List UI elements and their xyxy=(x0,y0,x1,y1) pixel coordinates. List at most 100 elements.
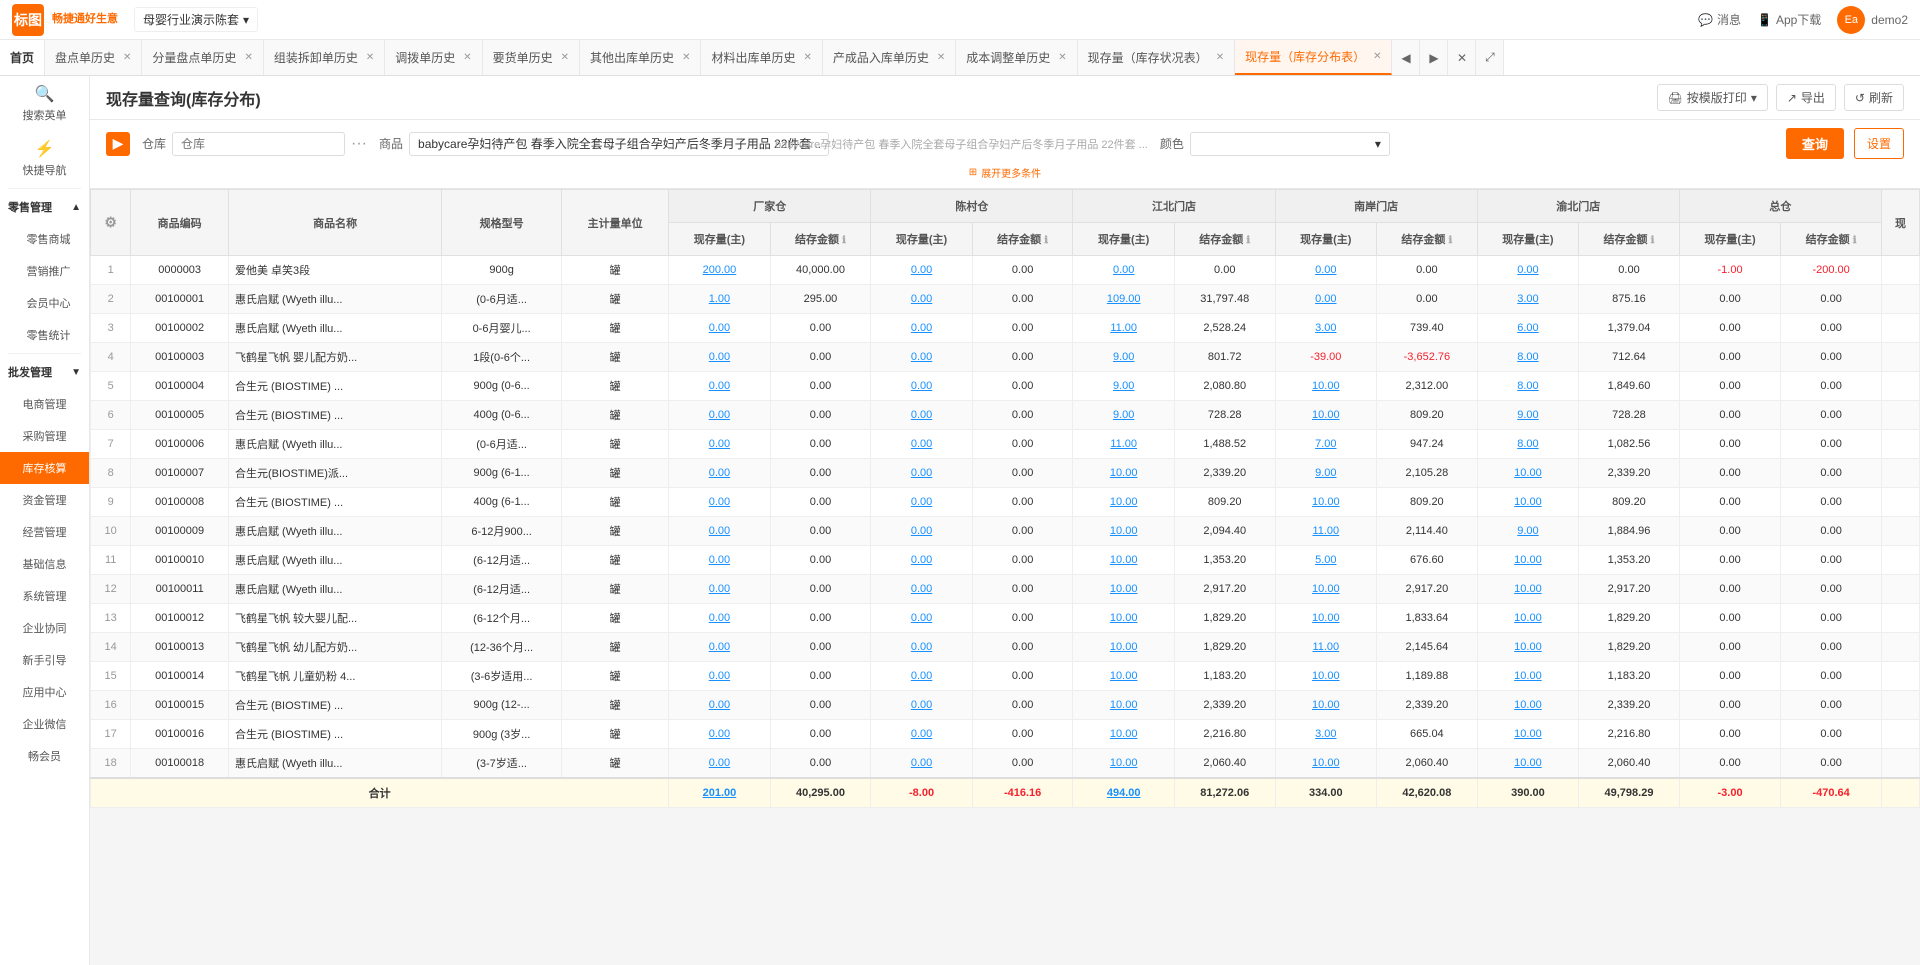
cell-f-stock[interactable]: 0.00 xyxy=(669,459,770,488)
cell-y-stock[interactable]: 0.00 xyxy=(1477,256,1578,285)
sidebar-item-wholesale[interactable]: 批发管理 ▼ xyxy=(0,356,89,388)
cell-y-stock[interactable]: 6.00 xyxy=(1477,314,1578,343)
sidebar-item-vip[interactable]: 畅会员 xyxy=(0,740,89,772)
cell-f-stock[interactable]: 1.00 xyxy=(669,285,770,314)
cell-j-stock[interactable]: 109.00 xyxy=(1073,285,1174,314)
cell-y-stock[interactable]: 10.00 xyxy=(1477,546,1578,575)
cell-f-stock[interactable]: 0.00 xyxy=(669,749,770,779)
tab-yaohuo[interactable]: 要货单历史 ✕ xyxy=(483,40,580,75)
sidebar-item-appcenter[interactable]: 应用中心 xyxy=(0,676,89,708)
tab-cailian[interactable]: 材料出库单历史 ✕ xyxy=(701,40,822,75)
setting-button[interactable]: 设置 xyxy=(1854,128,1904,159)
cell-y-stock[interactable]: 10.00 xyxy=(1477,691,1578,720)
cell-c-stock[interactable]: 0.00 xyxy=(871,285,972,314)
cell-n-stock[interactable]: 5.00 xyxy=(1275,546,1376,575)
tab-close-chanliang[interactable]: ✕ xyxy=(937,52,945,63)
cell-y-stock[interactable]: 8.00 xyxy=(1477,430,1578,459)
cell-t-stock[interactable]: 0.00 xyxy=(1679,720,1780,749)
cell-y-stock[interactable]: 10.00 xyxy=(1477,488,1578,517)
cell-n-stock[interactable]: 10.00 xyxy=(1275,604,1376,633)
cell-f-stock[interactable]: 0.00 xyxy=(669,430,770,459)
tab-chengben[interactable]: 成本调整单历史 ✕ xyxy=(956,40,1077,75)
sidebar-item-retail[interactable]: 零售管理 ▲ xyxy=(0,191,89,223)
filter-expand-arrow[interactable]: ▶ xyxy=(106,132,130,156)
table-wrapper[interactable]: ⚙ 商品编码 商品名称 规格型号 主计量单位 厂家仓 陈村仓 江北门店 南岸门店… xyxy=(90,189,1920,808)
footer-y-stock[interactable]: 390.00 xyxy=(1477,778,1578,808)
cell-f-stock[interactable]: 0.00 xyxy=(669,662,770,691)
cell-t-stock[interactable]: 0.00 xyxy=(1679,401,1780,430)
query-button[interactable]: 查询 xyxy=(1786,128,1844,159)
cell-y-stock[interactable]: 10.00 xyxy=(1477,662,1578,691)
btn-print[interactable]: 🖨 按模版打印 ▾ xyxy=(1657,84,1768,111)
cell-n-stock[interactable]: 3.00 xyxy=(1275,720,1376,749)
sidebar-item-search[interactable]: 🔍 搜索英单 xyxy=(0,76,89,131)
cell-t-stock[interactable]: 0.00 xyxy=(1679,662,1780,691)
cell-c-stock[interactable]: 0.00 xyxy=(871,256,972,285)
cell-n-stock[interactable]: 10.00 xyxy=(1275,488,1376,517)
btn-export[interactable]: ↗ 导出 xyxy=(1776,84,1836,111)
tab-xianzailiang[interactable]: 现存量（库存状况表） ✕ xyxy=(1078,40,1235,75)
cell-y-stock[interactable]: 10.00 xyxy=(1477,633,1578,662)
cell-c-stock[interactable]: 0.00 xyxy=(871,575,972,604)
cell-f-stock[interactable]: 0.00 xyxy=(669,575,770,604)
cell-f-stock[interactable]: 200.00 xyxy=(669,256,770,285)
cell-y-stock[interactable]: 10.00 xyxy=(1477,575,1578,604)
cell-j-stock[interactable]: 10.00 xyxy=(1073,662,1174,691)
cell-t-stock[interactable]: 0.00 xyxy=(1679,691,1780,720)
cell-j-stock[interactable]: 11.00 xyxy=(1073,314,1174,343)
color-input[interactable]: ▾ xyxy=(1190,132,1390,156)
sidebar-item-retail-stat[interactable]: 零售统计 xyxy=(0,319,89,351)
cell-y-stock[interactable]: 3.00 xyxy=(1477,285,1578,314)
cell-t-stock[interactable]: 0.00 xyxy=(1679,604,1780,633)
footer-j-stock[interactable]: 494.00 xyxy=(1073,778,1174,808)
cell-c-stock[interactable]: 0.00 xyxy=(871,662,972,691)
cell-n-stock[interactable]: 10.00 xyxy=(1275,372,1376,401)
cell-j-stock[interactable]: 9.00 xyxy=(1073,372,1174,401)
cell-f-stock[interactable]: 0.00 xyxy=(669,314,770,343)
tab-fenpandian[interactable]: 分量盘点单历史 ✕ xyxy=(142,40,263,75)
th-settings[interactable]: ⚙ xyxy=(91,190,131,256)
cell-t-stock[interactable]: 0.00 xyxy=(1679,372,1780,401)
tab-fenbuliang[interactable]: 现存量（库存分布表） ✕ xyxy=(1235,40,1392,75)
tab-close-xianzailiang[interactable]: ✕ xyxy=(1216,52,1224,63)
tab-pandian[interactable]: 盘点单历史 ✕ xyxy=(45,40,142,75)
tab-diaopo[interactable]: 调拨单历史 ✕ xyxy=(385,40,482,75)
cell-y-stock[interactable]: 9.00 xyxy=(1477,517,1578,546)
sidebar-item-finance[interactable]: 资金管理 xyxy=(0,484,89,516)
cell-f-stock[interactable]: 0.00 xyxy=(669,343,770,372)
cell-c-stock[interactable]: 0.00 xyxy=(871,372,972,401)
tab-zuhe[interactable]: 组装拆卸单历史 ✕ xyxy=(264,40,385,75)
goods-input[interactable] xyxy=(409,132,829,156)
cell-c-stock[interactable]: 0.00 xyxy=(871,517,972,546)
cell-c-stock[interactable]: 0.00 xyxy=(871,546,972,575)
cell-f-stock[interactable]: 0.00 xyxy=(669,488,770,517)
cell-n-stock[interactable]: 0.00 xyxy=(1275,256,1376,285)
footer-c-stock[interactable]: -8.00 xyxy=(871,778,972,808)
cell-n-stock[interactable]: 10.00 xyxy=(1275,691,1376,720)
cell-n-stock[interactable]: 10.00 xyxy=(1275,749,1376,779)
sidebar-item-guide[interactable]: 新手引导 xyxy=(0,644,89,676)
sidebar-item-ops[interactable]: 经营管理 xyxy=(0,516,89,548)
cell-f-stock[interactable]: 0.00 xyxy=(669,401,770,430)
cell-c-stock[interactable]: 0.00 xyxy=(871,749,972,779)
tab-close-chengben[interactable]: ✕ xyxy=(1058,52,1066,63)
cell-n-stock[interactable]: 11.00 xyxy=(1275,633,1376,662)
cell-j-stock[interactable]: 10.00 xyxy=(1073,720,1174,749)
sidebar-item-marketing[interactable]: 营销推广 xyxy=(0,255,89,287)
cell-j-stock[interactable]: 10.00 xyxy=(1073,575,1174,604)
tab-nav-prev[interactable]: ◀ xyxy=(1392,40,1420,75)
app-download-btn[interactable]: 📱 App下载 xyxy=(1757,11,1821,28)
tab-close-fenbuliang[interactable]: ✕ xyxy=(1373,51,1381,62)
btn-refresh[interactable]: ↺ 刷新 xyxy=(1844,84,1904,111)
cell-t-stock[interactable]: 0.00 xyxy=(1679,546,1780,575)
cell-n-stock[interactable]: 9.00 xyxy=(1275,459,1376,488)
cell-t-stock[interactable]: 0.00 xyxy=(1679,430,1780,459)
cell-c-stock[interactable]: 0.00 xyxy=(871,459,972,488)
sidebar-item-nav[interactable]: ⚡ 快捷导航 xyxy=(0,131,89,186)
cell-j-stock[interactable]: 10.00 xyxy=(1073,633,1174,662)
sidebar-item-purchase[interactable]: 采购管理 xyxy=(0,420,89,452)
sidebar-item-corp[interactable]: 企业协同 xyxy=(0,612,89,644)
cell-y-stock[interactable]: 9.00 xyxy=(1477,401,1578,430)
cell-t-stock[interactable]: 0.00 xyxy=(1679,488,1780,517)
cell-y-stock[interactable]: 10.00 xyxy=(1477,749,1578,779)
